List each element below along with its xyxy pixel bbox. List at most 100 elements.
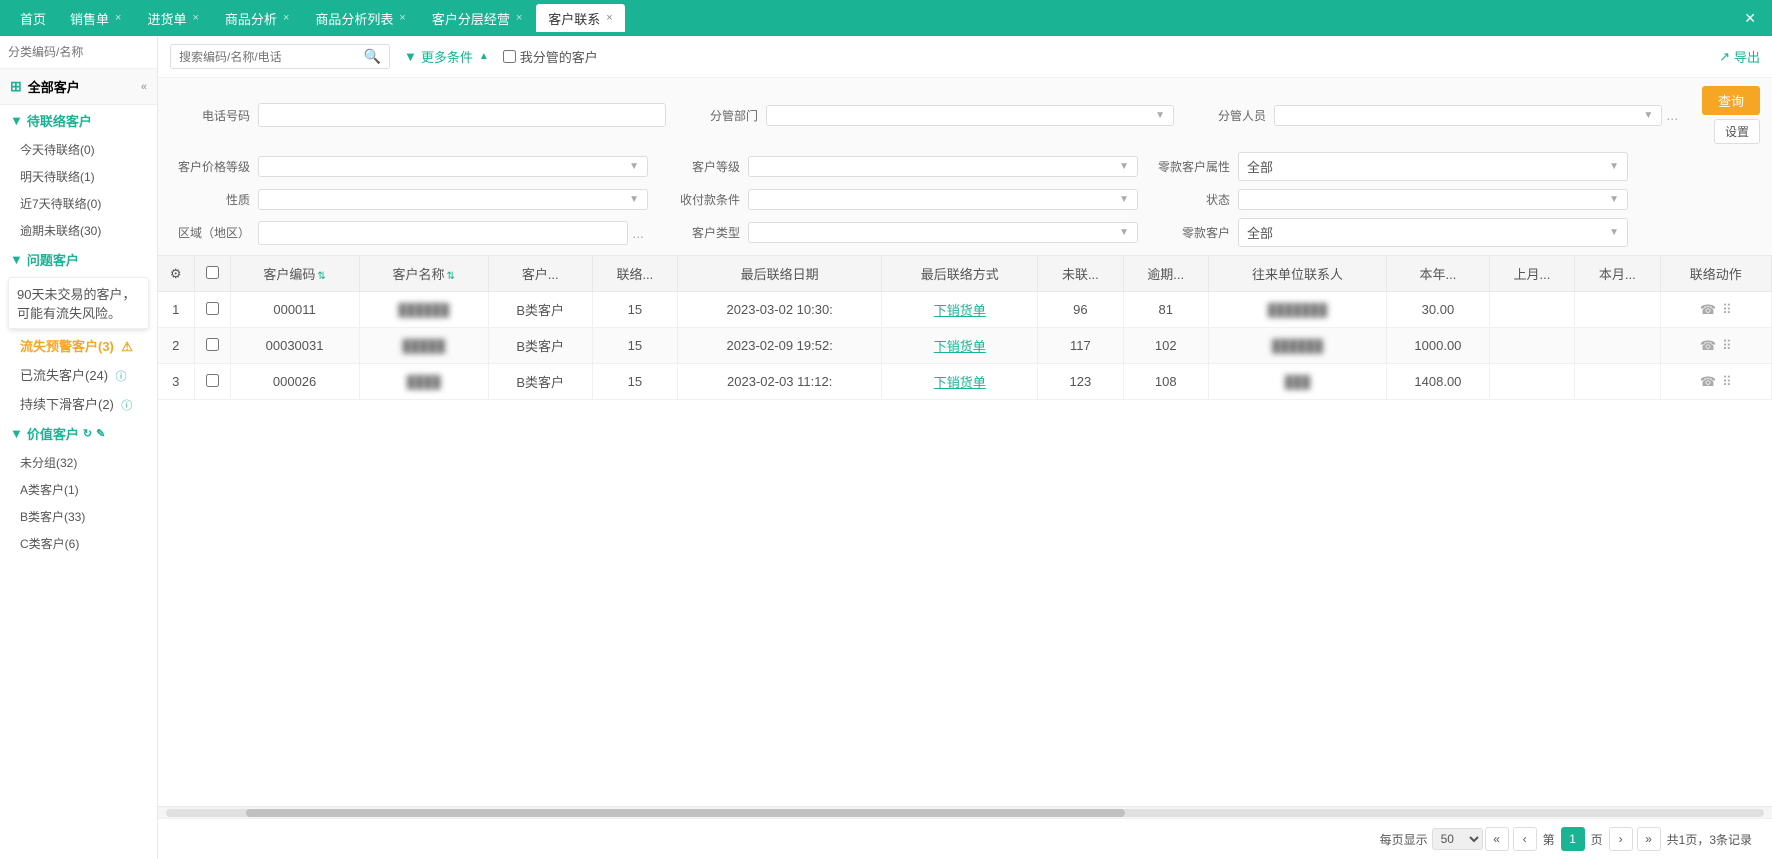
sidebar-item-overdue[interactable]: 逾期未联络(30) [0, 217, 157, 244]
query-button[interactable]: 查询 [1702, 86, 1760, 115]
more-conditions-btn[interactable]: ▼ 更多条件 ▲ [398, 44, 495, 69]
col-level: 客户... [488, 256, 592, 292]
tab-analysis[interactable]: 商品分析 × [213, 4, 301, 32]
gender-select[interactable]: ▼ [258, 189, 648, 210]
sidebar-item-a-class[interactable]: A类客户(1) [0, 476, 157, 503]
region-dots[interactable]: ... [628, 225, 648, 241]
retail-attr-select[interactable]: 全部 ▼ [1238, 152, 1628, 181]
more-action-icon[interactable]: ⠿ [1722, 374, 1732, 390]
tab-customer-layer-close[interactable]: × [516, 12, 522, 24]
row-checkbox[interactable] [194, 292, 230, 328]
col-this-month: 本月... [1575, 256, 1660, 292]
dept-select[interactable]: ▼ [766, 105, 1174, 126]
sidebar-group-value[interactable]: ▼ 价值客户 ↻ ✎ [0, 418, 157, 449]
status-select[interactable]: ▼ [1238, 189, 1628, 210]
settings-button[interactable]: 设置 [1714, 119, 1760, 144]
more-action-icon[interactable]: ⠿ [1722, 302, 1732, 318]
table-body: 1 000011 ██████ B类客户 15 2023-03-02 10:30… [158, 292, 1772, 400]
contact-action-icon[interactable]: ☎ [1700, 374, 1716, 390]
horizontal-scrollbar[interactable] [158, 806, 1772, 818]
per-page-select[interactable]: 50 20 100 [1432, 828, 1483, 850]
last-page-btn[interactable]: » [1637, 827, 1661, 851]
my-customers-checkbox-wrap: 我分管的客户 [503, 47, 598, 66]
sidebar-group-pending[interactable]: ▼ 待联络客户 [0, 105, 157, 136]
my-customers-checkbox[interactable] [503, 50, 516, 63]
contact-action-icon[interactable]: ☎ [1700, 302, 1716, 318]
scroll-track[interactable] [166, 809, 1764, 817]
search-button[interactable]: 🔍 [364, 48, 381, 65]
col-checkbox[interactable] [194, 256, 230, 292]
sidebar-item-ungroup[interactable]: 未分组(32) [0, 449, 157, 476]
tab-sales[interactable]: 销售单 × [58, 4, 133, 32]
retail-select[interactable]: 全部 ▼ [1238, 218, 1628, 247]
sidebar-item-churn-warning[interactable]: 流失预警客户(3) ⚠ [0, 331, 157, 360]
chevron-down-icon-8: ▼ [1609, 194, 1619, 205]
sidebar-item-b-class[interactable]: B类客户(33) [0, 503, 157, 530]
sidebar-item-today[interactable]: 今天待联络(0) [0, 136, 157, 163]
arrow-down-icon: ▼ [10, 113, 23, 128]
row-last-method[interactable]: 下销货单 [882, 364, 1038, 400]
table-head: ⚙ 客户编码⇅ 客户名称⇅ 客户... 联络... 最后联络 [158, 256, 1772, 292]
row-this-month [1575, 364, 1660, 400]
tab-customer-layer[interactable]: 客户分层经营 × [420, 4, 534, 32]
row-no-contact: 117 [1038, 328, 1123, 364]
customer-type-select[interactable]: ▼ [748, 222, 1138, 243]
prev-page-btn[interactable]: ‹ [1513, 827, 1537, 851]
row-name: ████ [359, 364, 488, 400]
row-level: B类客户 [488, 328, 592, 364]
payment-select[interactable]: ▼ [748, 189, 1138, 210]
search-input[interactable] [179, 50, 364, 64]
settings-col-icon[interactable]: ⚙ [170, 266, 182, 281]
current-page-btn[interactable]: 1 [1561, 827, 1585, 851]
row-last-method[interactable]: 下销货单 [882, 292, 1038, 328]
col-settings[interactable]: ⚙ [158, 256, 194, 292]
sidebar-item-churned[interactable]: 已流失客户(24) ⓘ [0, 360, 157, 389]
row-last-method[interactable]: 下销货单 [882, 328, 1038, 364]
warning-icon: ⚠ [121, 339, 133, 354]
price-level-select[interactable]: ▼ [258, 156, 648, 177]
row-code: 000026 [230, 364, 359, 400]
next-page-btn[interactable]: › [1609, 827, 1633, 851]
row-contact-count: 15 [592, 328, 677, 364]
tab-sales-close[interactable]: × [115, 12, 121, 24]
scroll-thumb[interactable] [246, 809, 1125, 817]
row-checkbox[interactable] [194, 364, 230, 400]
edit-icon[interactable]: ✎ [96, 427, 105, 440]
sidebar-item-declining[interactable]: 持续下滑客户(2) ⓘ [0, 389, 157, 418]
col-code: 客户编码⇅ [230, 256, 359, 292]
sidebar-item-tomorrow[interactable]: 明天待联络(1) [0, 163, 157, 190]
tab-analysis-list[interactable]: 商品分析列表 × [303, 4, 417, 32]
sidebar-search-input[interactable] [8, 45, 158, 59]
refresh-icon[interactable]: ↻ [83, 427, 92, 440]
tab-purchase-close[interactable]: × [192, 12, 198, 24]
customer-level-select[interactable]: ▼ [748, 156, 1138, 177]
close-all-button[interactable]: ✕ [1736, 10, 1764, 27]
export-button[interactable]: ↗ 导出 [1719, 47, 1760, 66]
chevron-down-icon-6: ▼ [629, 194, 639, 205]
tab-home[interactable]: 首页 [8, 9, 58, 28]
tab-customer-contact[interactable]: 客户联系 × [536, 4, 624, 32]
region-input[interactable] [258, 221, 628, 245]
first-page-btn[interactable]: « [1485, 827, 1509, 851]
sidebar-all-customers[interactable]: ⊞ 全部客户 « [0, 69, 157, 105]
sidebar-item-c-class[interactable]: C类客户(6) [0, 530, 157, 557]
manager-select[interactable]: ▼ [1274, 105, 1662, 126]
contact-action-icon[interactable]: ☎ [1700, 338, 1716, 354]
export-icon: ↗ [1719, 49, 1730, 65]
sidebar-item-7days[interactable]: 近7天待联络(0) [0, 190, 157, 217]
tab-purchase[interactable]: 进货单 × [135, 4, 210, 32]
manager-dots[interactable]: ... [1662, 107, 1682, 123]
sidebar-group-problem[interactable]: ▼ 问题客户 [0, 244, 157, 275]
tab-analysis-close[interactable]: × [283, 12, 289, 24]
chevron-up-icon: ▲ [479, 51, 489, 62]
filter-payment: 收付款条件 ▼ [660, 189, 1138, 210]
tab-analysis-list-close[interactable]: × [399, 12, 405, 24]
tab-customer-contact-close[interactable]: × [606, 12, 612, 24]
more-action-icon[interactable]: ⠿ [1722, 338, 1732, 354]
row-last-month [1489, 292, 1574, 328]
row-checkbox[interactable] [194, 328, 230, 364]
select-all-checkbox[interactable] [206, 266, 219, 279]
filter-customer-level: 客户等级 ▼ [660, 156, 1138, 177]
phone-input[interactable] [258, 103, 666, 127]
sort-icon-2: ⇅ [447, 271, 455, 282]
